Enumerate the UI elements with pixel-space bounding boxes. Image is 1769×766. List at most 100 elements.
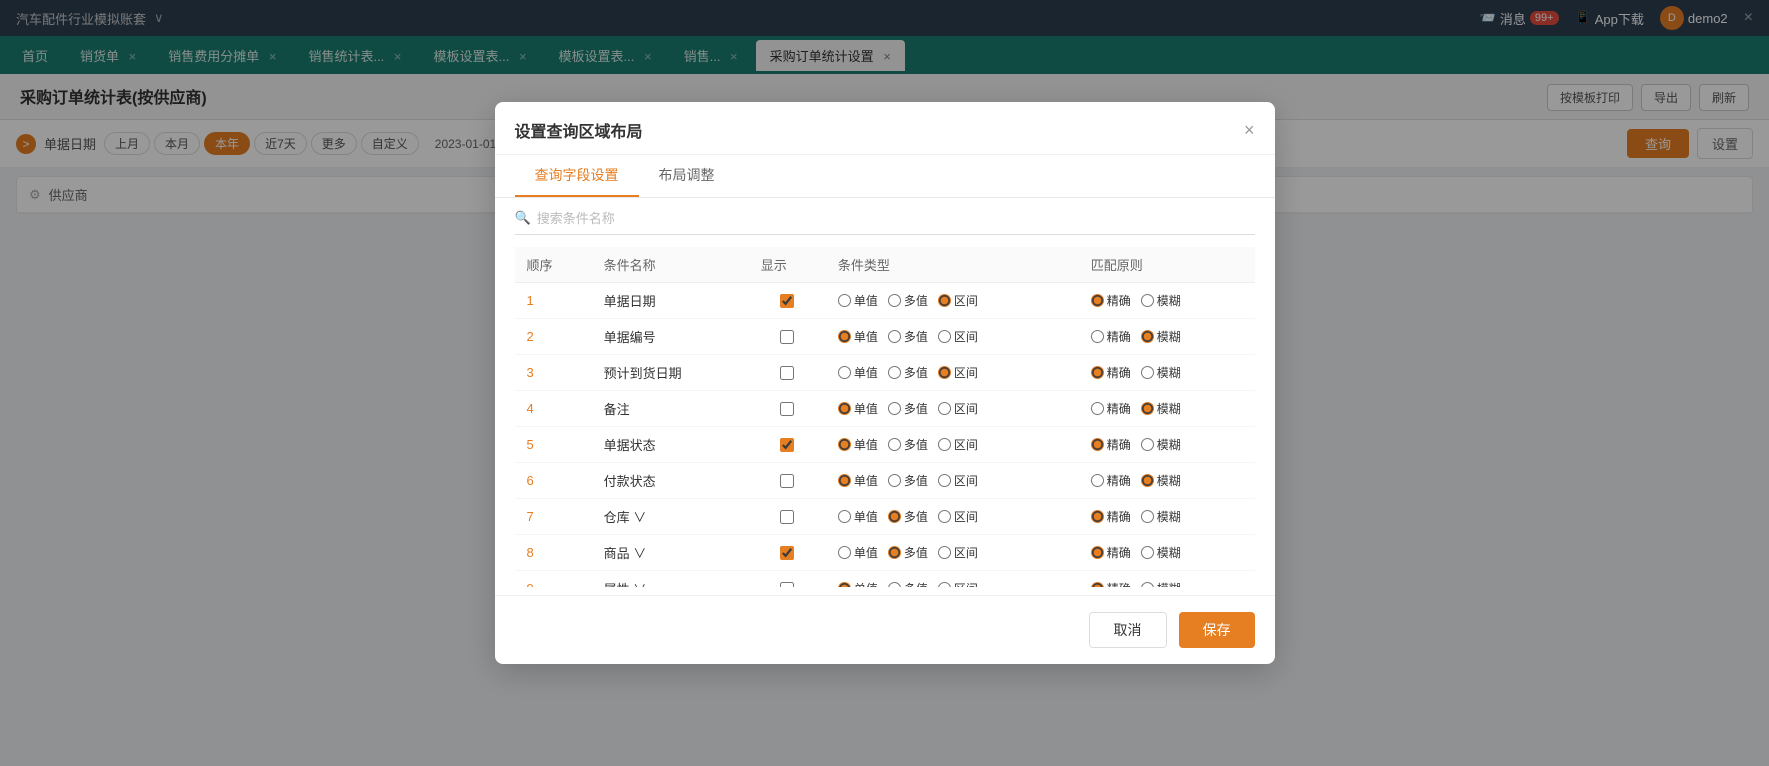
match-radio-模糊[interactable] <box>1141 546 1154 559</box>
match-radio-模糊[interactable] <box>1141 474 1154 487</box>
cell-order: 9 <box>515 571 592 588</box>
type-radio-区间[interactable] <box>938 582 951 587</box>
cell-type: 单值多值区间 <box>826 463 1079 499</box>
type-radio-多值[interactable] <box>888 474 901 487</box>
match-radio-模糊[interactable] <box>1141 366 1154 379</box>
match-radio-模糊[interactable] <box>1141 582 1154 587</box>
table-row: 9属性 ∨单值多值区间精确模糊 <box>515 571 1255 588</box>
match-radio-精确[interactable] <box>1091 582 1104 587</box>
type-radio-多值[interactable] <box>888 402 901 415</box>
type-radio-区间[interactable] <box>938 546 951 559</box>
cell-type: 单值多值区间 <box>826 283 1079 319</box>
type-radio-区间[interactable] <box>938 474 951 487</box>
th-type: 条件类型 <box>826 247 1079 283</box>
conditions-table-container: 顺序 条件名称 显示 条件类型 匹配原则 1单据日期单值多值区间精确模糊2单据编… <box>515 247 1255 587</box>
cell-name: 预计到货日期 <box>592 355 749 391</box>
cell-match: 精确模糊 <box>1079 319 1255 355</box>
match-radio-模糊[interactable] <box>1141 510 1154 523</box>
match-radio-模糊[interactable] <box>1141 294 1154 307</box>
cell-type: 单值多值区间 <box>826 499 1079 535</box>
type-radio-单值[interactable] <box>838 438 851 451</box>
table-row: 8商品 ∨单值多值区间精确模糊 <box>515 535 1255 571</box>
match-radio-精确[interactable] <box>1091 438 1104 451</box>
type-radio-区间[interactable] <box>938 366 951 379</box>
type-radio-多值[interactable] <box>888 294 901 307</box>
cell-match: 精确模糊 <box>1079 391 1255 427</box>
cell-type: 单值多值区间 <box>826 319 1079 355</box>
match-radio-模糊[interactable] <box>1141 438 1154 451</box>
type-radio-区间[interactable] <box>938 438 951 451</box>
type-radio-区间[interactable] <box>938 294 951 307</box>
type-radio-多值[interactable] <box>888 438 901 451</box>
display-checkbox[interactable] <box>780 402 794 416</box>
type-radio-单值[interactable] <box>838 582 851 587</box>
save-button[interactable]: 保存 <box>1179 612 1255 648</box>
match-radio-精确[interactable] <box>1091 330 1104 343</box>
match-radio-精确[interactable] <box>1091 294 1104 307</box>
cell-name: 商品 ∨ <box>592 535 749 571</box>
match-radio-精确[interactable] <box>1091 474 1104 487</box>
th-name: 条件名称 <box>592 247 749 283</box>
type-radio-单值[interactable] <box>838 366 851 379</box>
type-radio-单值[interactable] <box>838 546 851 559</box>
display-checkbox[interactable] <box>780 366 794 380</box>
cell-display <box>749 283 826 319</box>
type-radio-区间[interactable] <box>938 330 951 343</box>
cell-name: 单据日期 <box>592 283 749 319</box>
cell-display <box>749 463 826 499</box>
match-radio-精确[interactable] <box>1091 366 1104 379</box>
dialog-close-button[interactable]: × <box>1244 121 1255 139</box>
match-radio-模糊[interactable] <box>1141 402 1154 415</box>
condition-search-bar: 🔍 <box>515 210 1255 235</box>
dialog-footer: 取消 保存 <box>495 595 1275 664</box>
tab-layout-adjust[interactable]: 布局调整 <box>639 155 735 197</box>
tab-query-fields[interactable]: 查询字段设置 <box>515 155 639 197</box>
table-row: 7仓库 ∨单值多值区间精确模糊 <box>515 499 1255 535</box>
type-radio-单值[interactable] <box>838 474 851 487</box>
table-row: 5单据状态单值多值区间精确模糊 <box>515 427 1255 463</box>
type-radio-多值[interactable] <box>888 546 901 559</box>
match-radio-模糊[interactable] <box>1141 330 1154 343</box>
type-radio-多值[interactable] <box>888 510 901 523</box>
cell-order: 4 <box>515 391 592 427</box>
display-checkbox[interactable] <box>780 582 794 588</box>
cell-display <box>749 391 826 427</box>
display-checkbox[interactable] <box>780 294 794 308</box>
type-radio-区间[interactable] <box>938 402 951 415</box>
display-checkbox[interactable] <box>780 438 794 452</box>
table-row: 4备注单值多值区间精确模糊 <box>515 391 1255 427</box>
type-radio-单值[interactable] <box>838 510 851 523</box>
cell-type: 单值多值区间 <box>826 391 1079 427</box>
th-match: 匹配原则 <box>1079 247 1255 283</box>
type-radio-单值[interactable] <box>838 294 851 307</box>
type-radio-单值[interactable] <box>838 402 851 415</box>
display-checkbox[interactable] <box>780 330 794 344</box>
cell-display <box>749 499 826 535</box>
cell-match: 精确模糊 <box>1079 427 1255 463</box>
search-icon: 🔍 <box>515 210 531 226</box>
table-row: 3预计到货日期单值多值区间精确模糊 <box>515 355 1255 391</box>
match-radio-精确[interactable] <box>1091 510 1104 523</box>
table-row: 2单据编号单值多值区间精确模糊 <box>515 319 1255 355</box>
dialog-header: 设置查询区域布局 × <box>495 102 1275 155</box>
type-radio-多值[interactable] <box>888 330 901 343</box>
type-radio-多值[interactable] <box>888 582 901 587</box>
dialog-body: 🔍 顺序 条件名称 显示 条件类型 匹配原则 <box>495 198 1275 587</box>
match-radio-精确[interactable] <box>1091 402 1104 415</box>
match-radio-精确[interactable] <box>1091 546 1104 559</box>
type-radio-区间[interactable] <box>938 510 951 523</box>
modal-overlay: 设置查询区域布局 × 查询字段设置 布局调整 🔍 顺序 条件名称 <box>0 0 1769 766</box>
condition-search-input[interactable] <box>537 211 737 226</box>
table-row: 6付款状态单值多值区间精确模糊 <box>515 463 1255 499</box>
display-checkbox[interactable] <box>780 546 794 560</box>
type-radio-多值[interactable] <box>888 366 901 379</box>
display-checkbox[interactable] <box>780 474 794 488</box>
type-radio-单值[interactable] <box>838 330 851 343</box>
cancel-button[interactable]: 取消 <box>1089 612 1167 648</box>
cell-name: 仓库 ∨ <box>592 499 749 535</box>
display-checkbox[interactable] <box>780 510 794 524</box>
cell-name: 单据状态 <box>592 427 749 463</box>
dialog-title: 设置查询区域布局 <box>515 118 643 142</box>
cell-match: 精确模糊 <box>1079 571 1255 588</box>
cell-display <box>749 571 826 588</box>
